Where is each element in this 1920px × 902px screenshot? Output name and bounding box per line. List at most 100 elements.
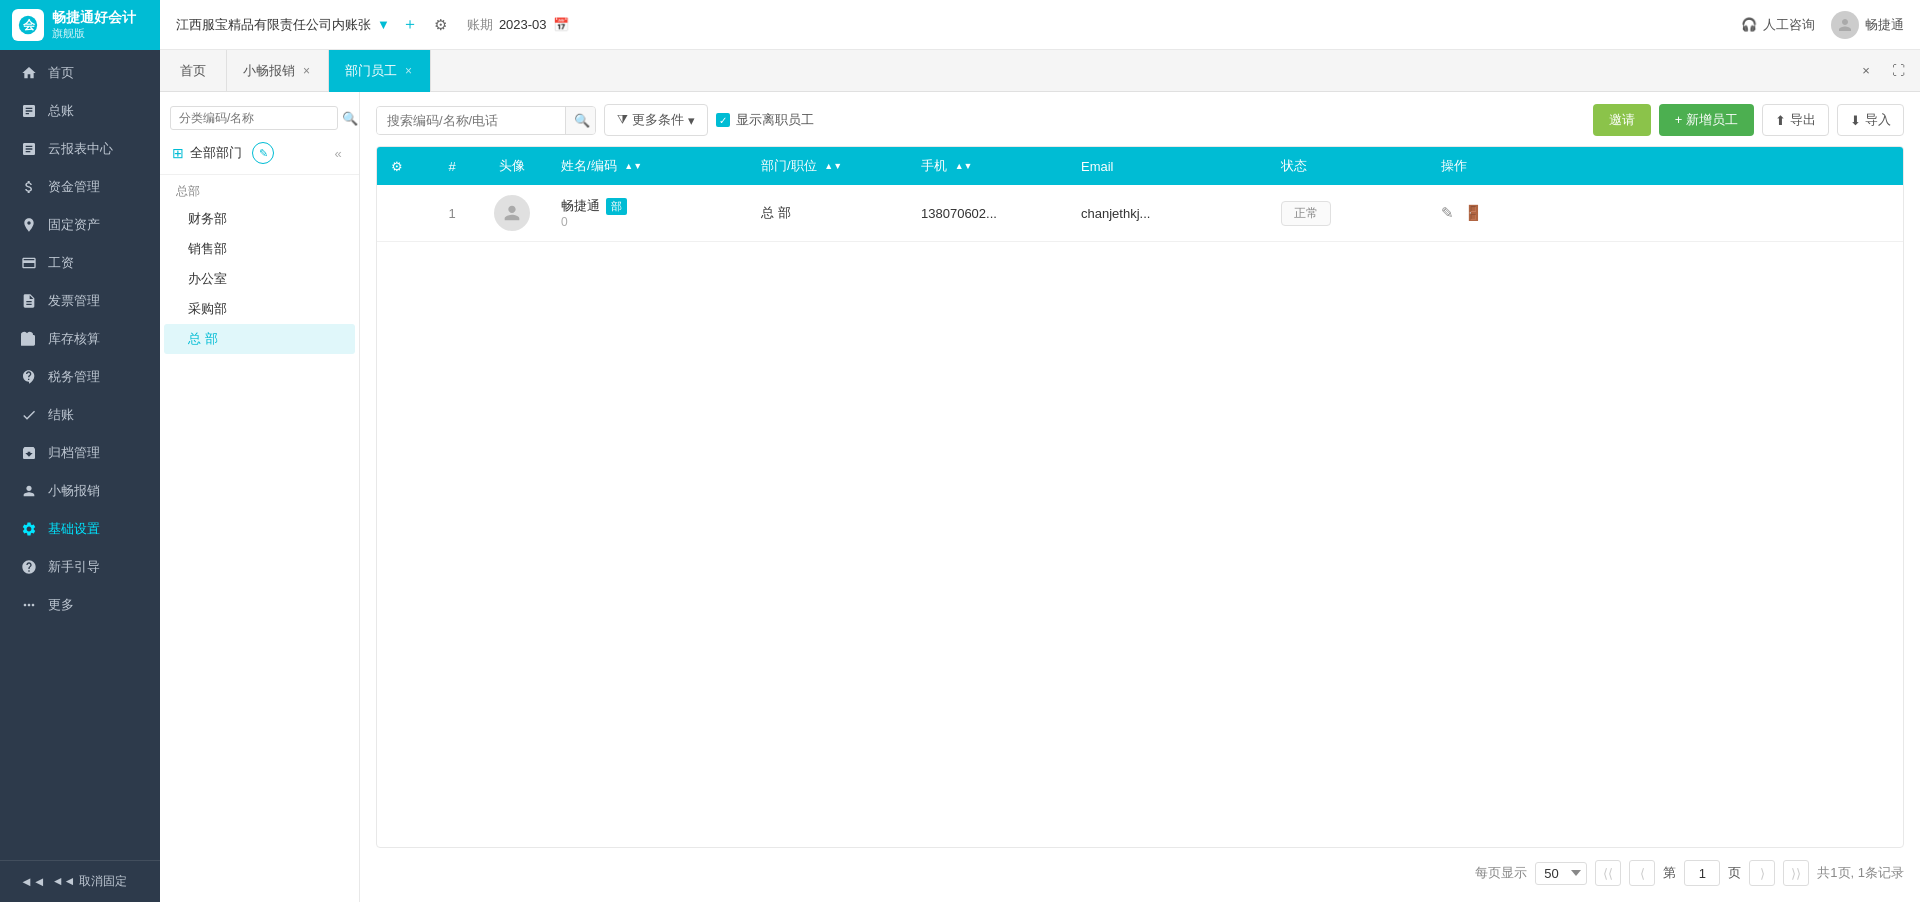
page-size-select[interactable]: 50 10 20 100 [1535,862,1587,885]
sidebar-item-payroll[interactable]: 工资 [0,244,160,282]
sort-name-icon: ▲▼ [624,162,642,171]
col-email: Email [1067,147,1267,185]
dept-node-office[interactable]: 办公室 [164,264,355,294]
show-resigned-checkbox[interactable]: ✓ 显示离职员工 [716,111,814,129]
page-unit: 页 [1728,864,1741,882]
sort-dept-icon: ▲▼ [824,162,842,171]
user-menu[interactable]: 畅捷通 [1831,11,1904,39]
page-word: 第 [1663,864,1676,882]
company-selector[interactable]: 江西服宝精品有限责任公司内账张 ▼ [176,16,390,34]
filter-chevron-icon: ▾ [688,113,695,128]
dept-node-general[interactable]: 总 部 [164,324,355,354]
pin-icon: ◄◄ [20,874,46,889]
headset-icon: 🎧 [1741,17,1757,32]
employee-avatar [494,195,530,231]
dept-node-sales[interactable]: 销售部 [164,234,355,264]
topbar: 江西服宝精品有限责任公司内账张 ▼ ＋ ⚙ 账期 2023-03 📅 🎧 人工咨… [160,0,1920,50]
sidebar-item-ledger[interactable]: 总账 [0,92,160,130]
col-index: # [427,147,477,185]
settings-icon [20,520,38,538]
td-email: chanjethkj... [1067,185,1267,242]
dept-search-button[interactable]: 🔍 [342,111,358,126]
tab-expand-button[interactable]: ⛶ [1884,57,1912,85]
col-gear[interactable]: ⚙ [377,147,427,185]
sidebar-item-funds[interactable]: 资金管理 [0,168,160,206]
export-button[interactable]: ⬆ 导出 [1762,104,1829,136]
dept-search-row: 🔍 [160,100,359,136]
tab-close-all-button[interactable]: × [1852,57,1880,85]
search-input[interactable] [377,107,565,134]
invite-button[interactable]: 邀请 [1593,104,1651,136]
dept-edit-button[interactable]: ✎ [252,142,274,164]
col-name[interactable]: 姓名/编码 ▲▼ [547,147,747,185]
payroll-icon [20,254,38,272]
sidebar: 会 畅捷通好会计 旗舰版 首页 总账 云报表中心 [0,0,160,902]
add-company-button[interactable]: ＋ [398,14,422,35]
page-first-button[interactable]: ⟨⟨ [1595,860,1621,886]
td-gear [377,185,427,242]
xiaochang-icon [20,482,38,500]
tax-icon [20,368,38,386]
sidebar-pin-toggle[interactable]: ◄◄ ◄◄ 取消固定 [0,860,160,902]
inventory-icon [20,330,38,348]
dept-collapse-button[interactable]: « [329,144,347,162]
dept-node-purchase[interactable]: 采购部 [164,294,355,324]
dept-search-input[interactable] [170,106,338,130]
app-name: 畅捷通好会计 旗舰版 [52,9,136,41]
period-selector[interactable]: 账期 2023-03 📅 [467,16,569,34]
calendar-icon[interactable]: 📅 [553,17,569,32]
tab-close-dept[interactable]: × [403,62,414,80]
funds-icon [20,178,38,196]
sidebar-item-tax[interactable]: 税务管理 [0,358,160,396]
page-next-button[interactable]: ⟩ [1749,860,1775,886]
sidebar-item-xiaochang[interactable]: 小畅报销 [0,472,160,510]
td-avatar [477,185,547,242]
company-settings-icon[interactable]: ⚙ [430,16,451,34]
search-button[interactable]: 🔍 [565,107,596,134]
edit-employee-button[interactable]: ✎ [1441,204,1454,222]
sidebar-item-reports[interactable]: 云报表中心 [0,130,160,168]
sidebar-item-closing[interactable]: 结账 [0,396,160,434]
dept-divider [160,174,359,175]
sidebar-item-newbie[interactable]: 新手引导 [0,548,160,586]
sidebar-item-more[interactable]: 更多 [0,586,160,624]
sidebar-item-assets[interactable]: 固定资产 [0,206,160,244]
sidebar-item-archive[interactable]: 归档管理 [0,434,160,472]
import-button[interactable]: ⬇ 导入 [1837,104,1904,136]
tab-home[interactable]: 首页 [160,50,227,92]
right-panel: 🔍 ⧩ 更多条件 ▾ ✓ 显示离职员工 邀请 + 新增员工 [360,92,1920,902]
column-settings-icon[interactable]: ⚙ [391,159,403,174]
more-icon [20,596,38,614]
dept-all-button[interactable]: ⊞ 全部部门 ✎ « [160,136,359,170]
sidebar-item-invoice[interactable]: 发票管理 [0,282,160,320]
dept-node-finance[interactable]: 财务部 [164,204,355,234]
reports-icon [20,140,38,158]
sidebar-item-inventory[interactable]: 库存核算 [0,320,160,358]
td-status: 正常 [1267,185,1427,242]
dept-grid-icon: ⊞ [172,145,184,161]
col-dept[interactable]: 部门/职位 ▲▼ [747,147,907,185]
table-row: 1 畅捷通 部 0 [377,185,1903,242]
tab-close-xiaochang[interactable]: × [301,62,312,80]
sidebar-item-home[interactable]: 首页 [0,54,160,92]
tab-dept[interactable]: 部门员工 × [329,50,431,92]
page-prev-button[interactable]: ⟨ [1629,860,1655,886]
col-phone[interactable]: 手机 ▲▼ [907,147,1067,185]
pagination: 每页显示 50 10 20 100 ⟨⟨ ⟨ 第 页 ⟩ ⟩⟩ 共1页, 1条记… [376,848,1904,890]
service-button[interactable]: 🎧 人工咨询 [1741,16,1815,34]
sidebar-logo: 会 畅捷通好会计 旗舰版 [0,0,160,50]
filter-button[interactable]: ⧩ 更多条件 ▾ [604,104,708,136]
content-area: 🔍 ⊞ 全部部门 ✎ « 总部 财务部 销售部 办公室 [160,92,1920,902]
tab-xiaochang[interactable]: 小畅报销 × [227,50,329,92]
company-name: 江西服宝精品有限责任公司内账张 [176,16,371,34]
add-employee-button[interactable]: + 新增员工 [1659,104,1754,136]
import-icon: ⬇ [1850,113,1861,128]
archive-icon [20,444,38,462]
page-input[interactable] [1684,860,1720,886]
page-last-button[interactable]: ⟩⟩ [1783,860,1809,886]
td-actions: ✎ 🚪 [1427,185,1903,242]
sidebar-item-settings[interactable]: 基础设置 [0,510,160,548]
td-dept: 总 部 [747,185,907,242]
delete-employee-button[interactable]: 🚪 [1464,204,1483,222]
td-phone: 138070602... [907,185,1067,242]
